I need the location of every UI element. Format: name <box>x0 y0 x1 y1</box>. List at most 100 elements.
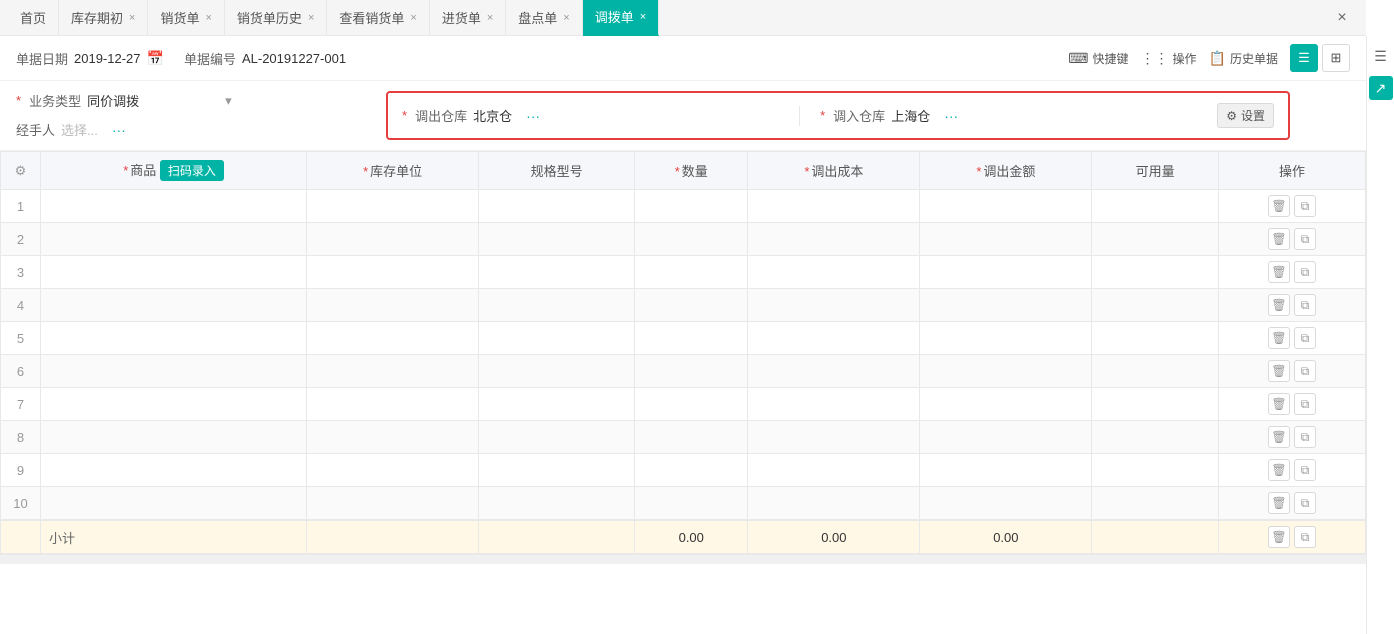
settings-button[interactable]: ⚙ 设置 <box>1217 103 1274 128</box>
cell-cost-1[interactable] <box>748 190 920 223</box>
table-gear-icon[interactable]: ⚙ <box>15 163 27 178</box>
delete-icon-6[interactable]: 🗑 <box>1268 360 1290 382</box>
delete-icon-4[interactable]: 🗑 <box>1268 294 1290 316</box>
delete-icon-1[interactable]: 🗑 <box>1268 195 1290 217</box>
cell-available-5[interactable] <box>1092 322 1219 355</box>
tab-inventory-init[interactable]: 库存期初 × <box>59 0 148 36</box>
cell-available-8[interactable] <box>1092 421 1219 454</box>
cell-unit-9[interactable] <box>307 454 479 487</box>
cell-quantity-9[interactable] <box>635 454 748 487</box>
window-close-button[interactable]: × <box>1326 0 1358 36</box>
cell-cost-5[interactable] <box>748 322 920 355</box>
cell-quantity-3[interactable] <box>635 256 748 289</box>
cell-quantity-8[interactable] <box>635 421 748 454</box>
warehouse-in-ellipsis-button[interactable]: ··· <box>944 108 958 124</box>
cell-amount-5[interactable] <box>920 322 1092 355</box>
operation-button[interactable]: ⋮⋮ 操作 <box>1141 50 1197 67</box>
cell-cost-6[interactable] <box>748 355 920 388</box>
delete-icon-5[interactable]: 🗑 <box>1268 327 1290 349</box>
tab-transfer-order[interactable]: 调拨单 × <box>583 0 659 36</box>
cell-product-9[interactable] <box>41 454 307 487</box>
cell-product-6[interactable] <box>41 355 307 388</box>
cell-spec-9[interactable] <box>479 454 635 487</box>
cell-cost-10[interactable] <box>748 487 920 521</box>
cell-available-1[interactable] <box>1092 190 1219 223</box>
tab-close-view-sales[interactable]: × <box>410 12 416 24</box>
cell-amount-8[interactable] <box>920 421 1092 454</box>
cell-spec-1[interactable] <box>479 190 635 223</box>
copy-icon-8[interactable]: ⧉ <box>1294 426 1316 448</box>
cell-available-9[interactable] <box>1092 454 1219 487</box>
cell-product-1[interactable] <box>41 190 307 223</box>
cell-amount-6[interactable] <box>920 355 1092 388</box>
cell-cost-2[interactable] <box>748 223 920 256</box>
cell-unit-4[interactable] <box>307 289 479 322</box>
copy-icon-subtotal[interactable]: ⧉ <box>1294 526 1316 548</box>
tab-close-inventory-init[interactable]: × <box>129 12 135 24</box>
delete-icon-8[interactable]: 🗑 <box>1268 426 1290 448</box>
cell-cost-9[interactable] <box>748 454 920 487</box>
tab-inventory-check[interactable]: 盘点单 × <box>506 0 582 36</box>
tab-home[interactable]: 首页 <box>8 0 59 36</box>
business-type-dropdown[interactable]: ▾ <box>225 93 232 109</box>
tab-sales-history[interactable]: 销货单历史 × <box>225 0 327 36</box>
tab-sales-order[interactable]: 销货单 × <box>148 0 224 36</box>
tab-close-sales-history[interactable]: × <box>308 12 314 24</box>
cell-spec-2[interactable] <box>479 223 635 256</box>
cell-quantity-7[interactable] <box>635 388 748 421</box>
copy-icon-7[interactable]: ⧉ <box>1294 393 1316 415</box>
cell-amount-7[interactable] <box>920 388 1092 421</box>
cell-quantity-10[interactable] <box>635 487 748 521</box>
cell-unit-2[interactable] <box>307 223 479 256</box>
cell-amount-2[interactable] <box>920 223 1092 256</box>
cell-product-10[interactable] <box>41 487 307 521</box>
cell-unit-3[interactable] <box>307 256 479 289</box>
cell-unit-1[interactable] <box>307 190 479 223</box>
cell-product-4[interactable] <box>41 289 307 322</box>
cell-unit-10[interactable] <box>307 487 479 521</box>
copy-icon-5[interactable]: ⧉ <box>1294 327 1316 349</box>
cell-available-10[interactable] <box>1092 487 1219 521</box>
cell-quantity-4[interactable] <box>635 289 748 322</box>
cell-cost-8[interactable] <box>748 421 920 454</box>
copy-icon-9[interactable]: ⧉ <box>1294 459 1316 481</box>
cell-available-2[interactable] <box>1092 223 1219 256</box>
cell-spec-4[interactable] <box>479 289 635 322</box>
delete-icon-2[interactable]: 🗑 <box>1268 228 1290 250</box>
copy-icon-2[interactable]: ⧉ <box>1294 228 1316 250</box>
calendar-icon[interactable]: 📅 <box>147 50 164 67</box>
delete-icon-subtotal[interactable]: 🗑 <box>1268 526 1290 548</box>
tab-close-inventory-check[interactable]: × <box>563 12 569 24</box>
cell-available-3[interactable] <box>1092 256 1219 289</box>
cell-spec-3[interactable] <box>479 256 635 289</box>
scan-button[interactable]: 扫码录入 <box>160 160 224 181</box>
cell-spec-10[interactable] <box>479 487 635 521</box>
cell-product-3[interactable] <box>41 256 307 289</box>
cell-amount-4[interactable] <box>920 289 1092 322</box>
cell-unit-7[interactable] <box>307 388 479 421</box>
cell-amount-1[interactable] <box>920 190 1092 223</box>
cell-spec-8[interactable] <box>479 421 635 454</box>
table-gear-header[interactable]: ⚙ <box>1 152 41 190</box>
tab-view-sales[interactable]: 查看销货单 × <box>327 0 429 36</box>
layout-list-button[interactable]: ☰ <box>1290 44 1318 72</box>
cell-spec-6[interactable] <box>479 355 635 388</box>
cell-unit-8[interactable] <box>307 421 479 454</box>
copy-icon-3[interactable]: ⧉ <box>1294 261 1316 283</box>
delete-icon-7[interactable]: 🗑 <box>1268 393 1290 415</box>
delete-icon-10[interactable]: 🗑 <box>1268 492 1290 514</box>
tab-close-transfer-order[interactable]: × <box>640 11 646 23</box>
cell-spec-7[interactable] <box>479 388 635 421</box>
tab-close-purchase-order[interactable]: × <box>487 12 493 24</box>
copy-icon-10[interactable]: ⧉ <box>1294 492 1316 514</box>
cell-cost-3[interactable] <box>748 256 920 289</box>
tab-close-sales-order[interactable]: × <box>205 12 211 24</box>
cell-cost-7[interactable] <box>748 388 920 421</box>
cell-product-2[interactable] <box>41 223 307 256</box>
side-export-icon[interactable]: ↗ <box>1369 76 1393 100</box>
tab-purchase-order[interactable]: 进货单 × <box>430 0 506 36</box>
copy-icon-1[interactable]: ⧉ <box>1294 195 1316 217</box>
cell-available-7[interactable] <box>1092 388 1219 421</box>
cell-unit-6[interactable] <box>307 355 479 388</box>
cell-quantity-1[interactable] <box>635 190 748 223</box>
